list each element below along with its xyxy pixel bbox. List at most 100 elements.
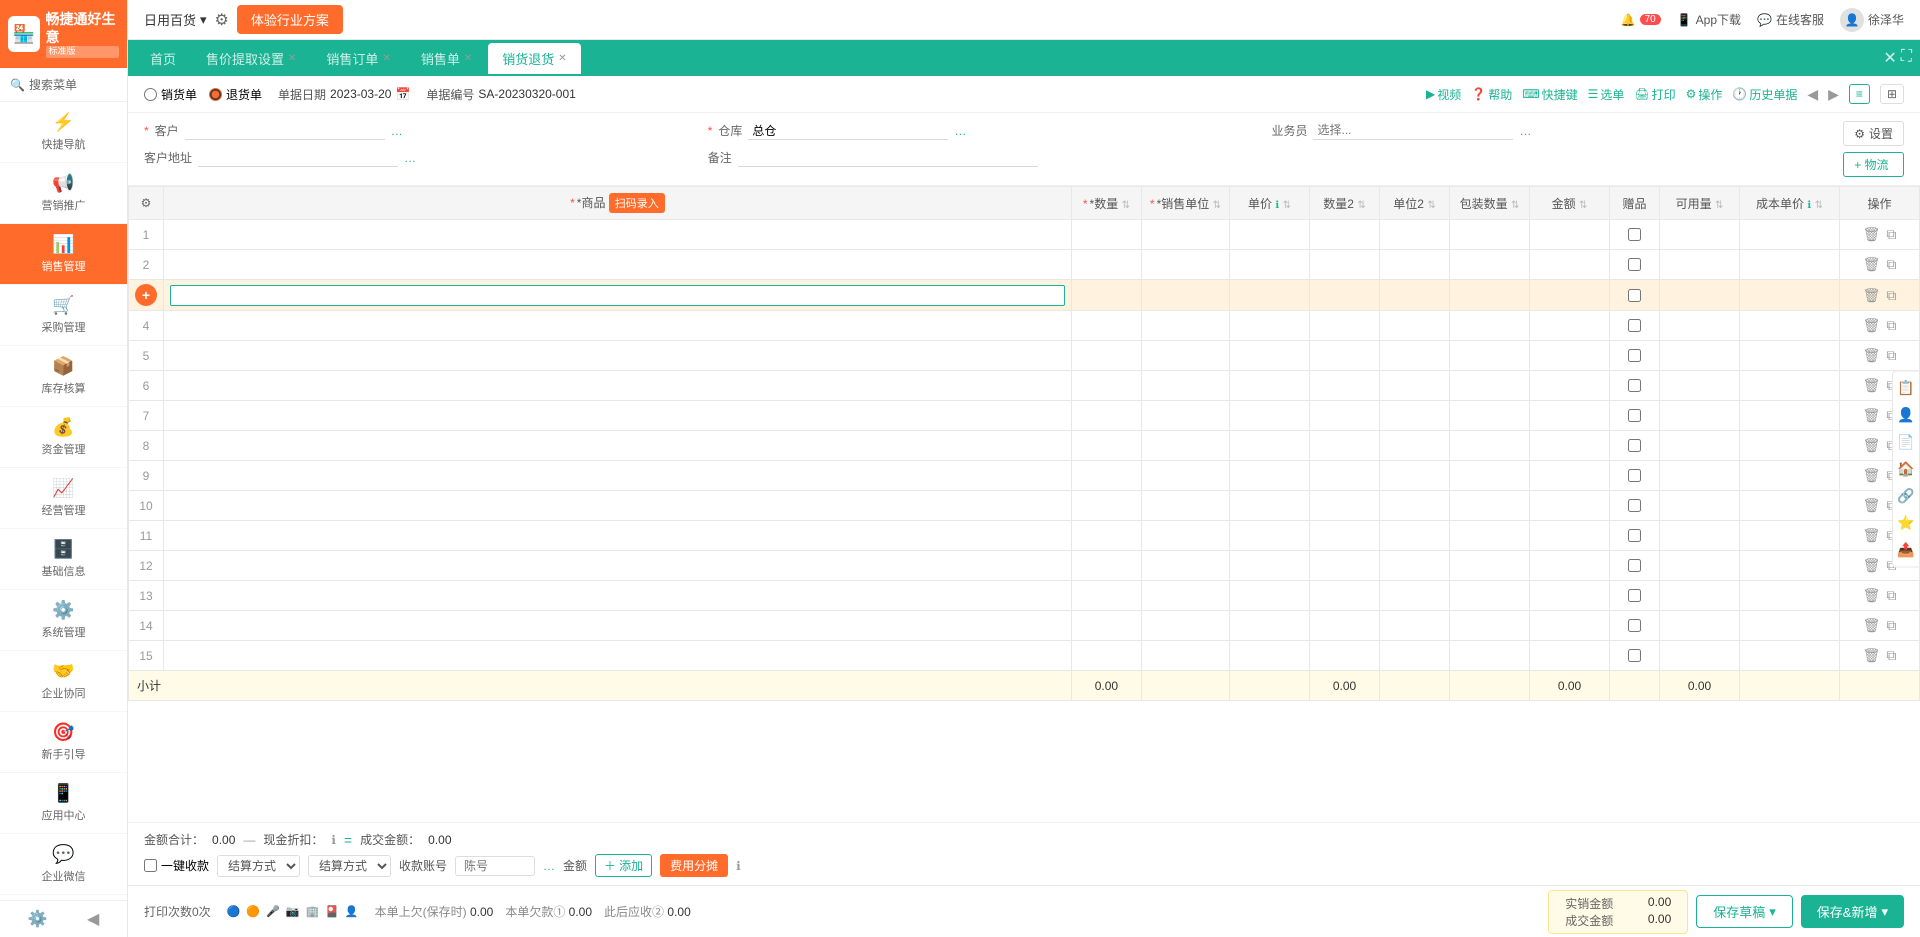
gift-checkbox-1[interactable] [1628,228,1641,241]
unit-sort-icon[interactable]: ⇅ [1213,200,1221,211]
delete-icon-6[interactable]: 🗑 [1863,377,1881,394]
sidebar-item-sales[interactable]: 📊 销售管理 [0,224,127,285]
warehouse-input[interactable] [748,121,948,140]
product-cell-2[interactable] [164,250,1072,280]
cost-price-info-icon[interactable]: ℹ [1807,200,1811,211]
delete-icon-3[interactable]: 🗑 [1863,287,1881,304]
notification-item[interactable]: 🔔 70 [1621,13,1661,27]
unit2-cell-3[interactable] [1380,280,1450,311]
product-cell-1[interactable] [164,220,1072,250]
salesperson-dots[interactable]: … [1519,124,1531,138]
sidebar-item-marketing[interactable]: 📢 营销推广 [0,163,127,224]
price-sort-icon[interactable]: ⇅ [1283,200,1291,211]
app-download-item[interactable]: 📱 App下载 [1677,11,1741,28]
product-cell-3[interactable] [164,280,1072,311]
print-link[interactable]: 🖨 打印 [1634,86,1675,103]
tab-close-sales-return[interactable]: ✕ [558,53,566,64]
view-grid-btn[interactable]: ⊞ [1880,84,1904,104]
available-cell-1[interactable] [1660,220,1740,250]
delete-icon-15[interactable]: 🗑 [1863,647,1881,664]
gift-checkbox-5[interactable] [1628,349,1641,362]
search-menu[interactable]: 🔍 搜索菜单 [0,68,127,102]
delete-icon-2[interactable]: 🗑 [1863,256,1881,273]
fee-help-icon[interactable]: ℹ [736,859,741,873]
qty-sort-icon[interactable]: ⇅ [1122,200,1130,211]
delete-icon-5[interactable]: 🗑 [1863,347,1881,364]
th-settings[interactable]: ⚙ [129,187,164,220]
rs-upload-icon[interactable]: 📤 [1893,537,1918,562]
unit-cell-3[interactable] [1141,280,1229,311]
qty2-cell-3[interactable] [1310,280,1380,311]
product-input-3[interactable] [170,285,1065,306]
unit-cell-2[interactable] [1141,250,1229,280]
sidebar-settings-btn[interactable]: ⚙️ [28,909,48,929]
cost-sort-icon[interactable]: ⇅ [1815,200,1823,211]
unit-cell-1[interactable] [1141,220,1229,250]
calendar-icon[interactable]: 📅 [395,87,410,101]
unit2-cell-2[interactable] [1380,250,1450,280]
cost-cell-1[interactable] [1740,220,1840,250]
price-info-icon[interactable]: ℹ [1275,200,1279,211]
gift-checkbox-2[interactable] [1628,258,1641,271]
sidebar-item-purchase[interactable]: 🛒 采购管理 [0,285,127,346]
copy-icon-4[interactable]: ⧉ [1886,317,1896,334]
rs-user-icon[interactable]: 👤 [1893,402,1918,427]
available-sort-icon[interactable]: ⇅ [1715,200,1723,211]
settlement-select[interactable]: 结算方式 [217,855,300,877]
sidebar-item-operations[interactable]: 📈 经营管理 [0,468,127,529]
logistics-btn[interactable]: + 物流 [1843,152,1904,177]
topbar-gear-icon[interactable]: ⚙ [215,10,229,30]
price-cell-3[interactable] [1230,280,1310,311]
cost-cell-3[interactable] [1740,280,1840,311]
column-settings-icon[interactable]: ⚙ [141,196,152,210]
amount-cell-2[interactable] [1530,250,1610,280]
rs-home-icon[interactable]: 🏠 [1893,456,1918,481]
delete-icon-7[interactable]: 🗑 [1863,407,1881,424]
account-select[interactable]: 结算方式 [308,855,391,877]
tab-close-sales-delivery[interactable]: ✕ [464,53,472,64]
delete-icon-13[interactable]: 🗑 [1863,587,1881,604]
delete-icon-8[interactable]: 🗑 [1863,437,1881,454]
sidebar-item-shortcut[interactable]: ⚡ 快捷导航 [0,102,127,163]
tab-close-sales-order[interactable]: ✕ [382,53,390,64]
qty2-sort-icon[interactable]: ⇅ [1357,200,1365,211]
available-cell-3[interactable] [1660,280,1740,311]
gift-checkbox-11[interactable] [1628,529,1641,542]
radio-return-input[interactable] [209,88,222,101]
price-cell-1[interactable] [1230,220,1310,250]
sidebar-collapse-btn[interactable]: ◀ [87,909,99,929]
available-cell-2[interactable] [1660,250,1740,280]
rs-link-icon[interactable]: 🔗 [1893,483,1918,508]
select-link[interactable]: ☰ 选单 [1588,86,1625,103]
gift-checkbox-14[interactable] [1628,619,1641,632]
fee-split-btn[interactable]: 费用分摊 [660,854,728,877]
gift-checkbox-3[interactable] [1628,289,1641,302]
delete-icon-11[interactable]: 🗑 [1863,527,1881,544]
one-key-payment-checkbox[interactable]: 一键收款 [144,857,209,874]
shortcut-link[interactable]: ⌨ 快捷键 [1522,86,1577,103]
operate-link[interactable]: ⚙ 操作 [1686,86,1723,103]
pack-sort-icon[interactable]: ⇅ [1511,200,1519,211]
discount-help-icon[interactable]: ℹ [331,833,336,847]
unit2-sort-icon[interactable]: ⇅ [1427,200,1435,211]
scan-entry-btn[interactable]: 扫码录入 [609,193,665,213]
video-link[interactable]: ▶ 视频 [1426,86,1461,103]
gift-checkbox-13[interactable] [1628,589,1641,602]
gift-checkbox-4[interactable] [1628,319,1641,332]
sidebar-item-wechat[interactable]: 💬 企业微信 [0,834,127,895]
amount-sort-icon[interactable]: ⇅ [1579,200,1587,211]
price-cell-2[interactable] [1230,250,1310,280]
address-dots[interactable]: … [404,151,416,165]
rs-document-icon[interactable]: 📄 [1893,429,1918,454]
unit2-cell-1[interactable] [1380,220,1450,250]
add-btn[interactable]: ＋ 添加 [595,854,652,877]
radio-return[interactable]: 退货单 [209,86,262,103]
qty2-cell-1[interactable] [1310,220,1380,250]
sidebar-item-enterprise[interactable]: 🤝 企业协同 [0,651,127,712]
salesperson-input[interactable] [1313,121,1513,140]
qty-cell-1[interactable] [1071,220,1141,250]
qty-cell-3[interactable] [1071,280,1141,311]
save-draft-btn[interactable]: 保存草稿 ▾ [1696,895,1793,928]
amount-cell-3[interactable] [1530,280,1610,311]
qty2-cell-2[interactable] [1310,250,1380,280]
